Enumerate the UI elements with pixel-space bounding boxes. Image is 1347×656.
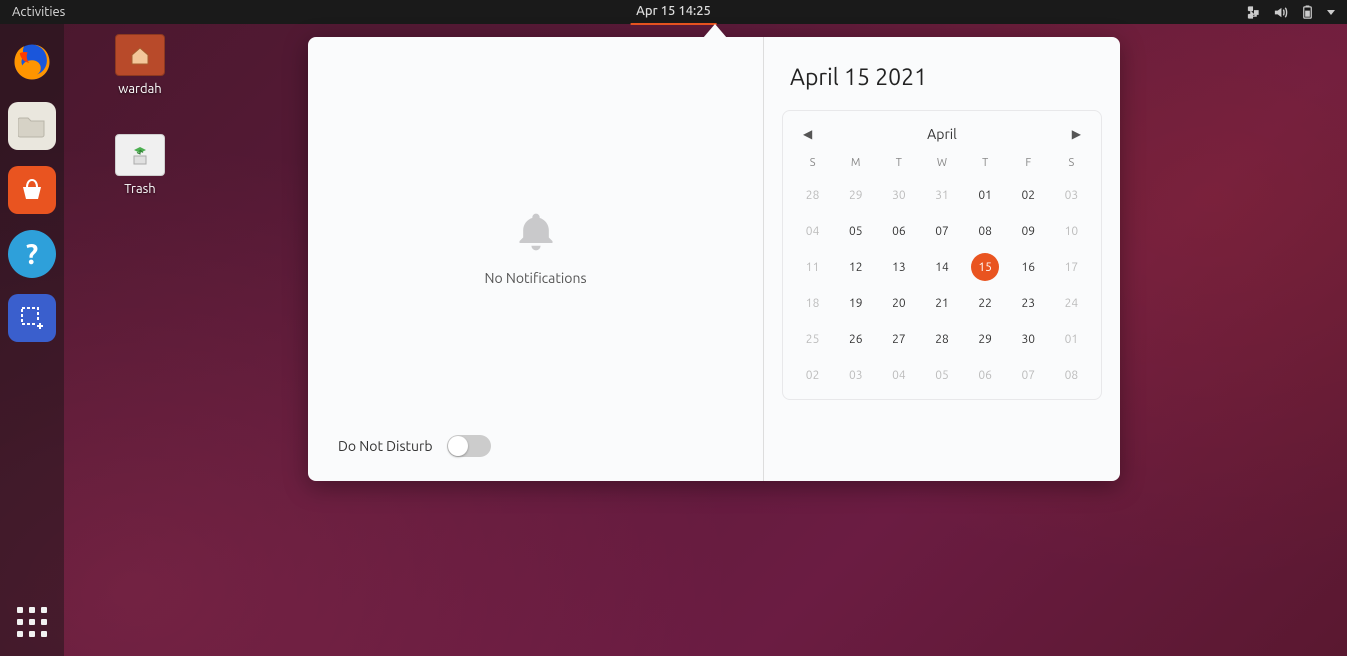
calendar-day[interactable]: 11	[791, 249, 834, 285]
desktop-icon-home[interactable]: wardah	[96, 34, 184, 96]
calendar-dow-row: SMTWTFS	[791, 153, 1093, 177]
calendar-day[interactable]: 29	[964, 321, 1007, 357]
calendar-pane: April 15 2021 ◀ April ▶ SMTWTFS 28293031…	[764, 37, 1120, 481]
calendar-day[interactable]: 23	[1007, 285, 1050, 321]
calendar-day[interactable]: 12	[834, 249, 877, 285]
calendar-next-button[interactable]: ▶	[1066, 123, 1087, 145]
calendar-day[interactable]: 29	[834, 177, 877, 213]
calendar-day[interactable]: 22	[964, 285, 1007, 321]
calendar-day[interactable]: 26	[834, 321, 877, 357]
desktop-icon-label: Trash	[96, 182, 184, 196]
calendar-day[interactable]: 06	[964, 357, 1007, 393]
calendar-day[interactable]: 31	[920, 177, 963, 213]
calendar-day[interactable]: 25	[791, 321, 834, 357]
calendar-day[interactable]: 03	[834, 357, 877, 393]
desktop-icon-label: wardah	[96, 82, 184, 96]
calendar-dow-cell: T	[877, 153, 920, 177]
calendar-day-today[interactable]: 15	[971, 253, 999, 281]
calendar-day[interactable]: 28	[791, 177, 834, 213]
notifications-pane: No Notifications Do Not Disturb	[308, 37, 764, 481]
calendar-dow-cell: S	[1050, 153, 1093, 177]
bell-icon	[514, 210, 558, 254]
clock-popover: No Notifications Do Not Disturb April 15…	[308, 24, 1120, 481]
dnd-toggle[interactable]	[447, 435, 491, 457]
top-bar: Activities Apr 15 14:25	[0, 0, 1347, 24]
volume-icon[interactable]	[1273, 5, 1288, 20]
calendar-day[interactable]: 13	[877, 249, 920, 285]
show-applications-button[interactable]	[8, 598, 56, 646]
calendar-day[interactable]: 30	[877, 177, 920, 213]
calendar-day[interactable]: 17	[1050, 249, 1093, 285]
calendar-day[interactable]: 20	[877, 285, 920, 321]
calendar-day[interactable]: 16	[1007, 249, 1050, 285]
calendar-dow-cell: S	[791, 153, 834, 177]
calendar-day[interactable]: 21	[920, 285, 963, 321]
system-tray	[1246, 5, 1347, 20]
calendar-day[interactable]: 08	[1050, 357, 1093, 393]
notifications-empty: No Notifications	[338, 61, 733, 435]
calendar-day[interactable]: 24	[1050, 285, 1093, 321]
calendar-day[interactable]: 10	[1050, 213, 1093, 249]
no-notifications-label: No Notifications	[484, 270, 586, 286]
activities-button[interactable]: Activities	[0, 0, 77, 24]
calendar-day[interactable]: 07	[920, 213, 963, 249]
calendar-day[interactable]: 06	[877, 213, 920, 249]
dock-app-help[interactable]: ?	[8, 230, 56, 278]
calendar-day[interactable]: 01	[1050, 321, 1093, 357]
dock-app-software[interactable]	[8, 166, 56, 214]
clock-button[interactable]: Apr 15 14:25	[630, 0, 717, 25]
calendar-day[interactable]: 05	[834, 213, 877, 249]
calendar-day[interactable]: 04	[791, 213, 834, 249]
popover-arrow	[703, 24, 727, 38]
dock-app-files[interactable]	[8, 102, 56, 150]
calendar-day[interactable]: 03	[1050, 177, 1093, 213]
calendar-card: ◀ April ▶ SMTWTFS 2829303101020304050607…	[782, 110, 1102, 400]
calendar-day[interactable]: 07	[1007, 357, 1050, 393]
calendar-prev-button[interactable]: ◀	[797, 123, 818, 145]
calendar-day[interactable]: 09	[1007, 213, 1050, 249]
desktop-icon-trash[interactable]: Trash	[96, 134, 184, 196]
calendar-days-grid: 2829303101020304050607080910111213141516…	[791, 177, 1093, 393]
dnd-row: Do Not Disturb	[338, 435, 733, 457]
calendar-day[interactable]: 28	[920, 321, 963, 357]
clock-label: Apr 15 14:25	[636, 4, 711, 18]
battery-icon[interactable]	[1300, 5, 1315, 20]
dnd-label: Do Not Disturb	[338, 438, 433, 454]
calendar-day[interactable]: 05	[920, 357, 963, 393]
calendar-dow-cell: F	[1007, 153, 1050, 177]
trash-icon	[115, 134, 165, 176]
calendar-dow-cell: M	[834, 153, 877, 177]
dock-app-firefox[interactable]	[8, 38, 56, 86]
calendar-day[interactable]: 30	[1007, 321, 1050, 357]
calendar-day[interactable]: 02	[791, 357, 834, 393]
question-icon: ?	[26, 239, 38, 270]
calendar-day[interactable]: 04	[877, 357, 920, 393]
calendar-day[interactable]: 27	[877, 321, 920, 357]
calendar-day[interactable]: 02	[1007, 177, 1050, 213]
dock-app-screenshot[interactable]	[8, 294, 56, 342]
calendar-day[interactable]: 19	[834, 285, 877, 321]
calendar-dow-cell: T	[964, 153, 1007, 177]
calendar-month-label: April	[927, 126, 957, 142]
network-icon[interactable]	[1246, 5, 1261, 20]
calendar-day[interactable]: 01	[964, 177, 1007, 213]
calendar-dow-cell: W	[920, 153, 963, 177]
calendar-day[interactable]: 18	[791, 285, 834, 321]
folder-icon	[115, 34, 165, 76]
calendar-day[interactable]: 14	[920, 249, 963, 285]
calendar-full-date: April 15 2021	[790, 65, 1096, 90]
dock: ?	[0, 24, 64, 656]
calendar-day[interactable]: 08	[964, 213, 1007, 249]
chevron-down-icon[interactable]	[1327, 10, 1335, 15]
